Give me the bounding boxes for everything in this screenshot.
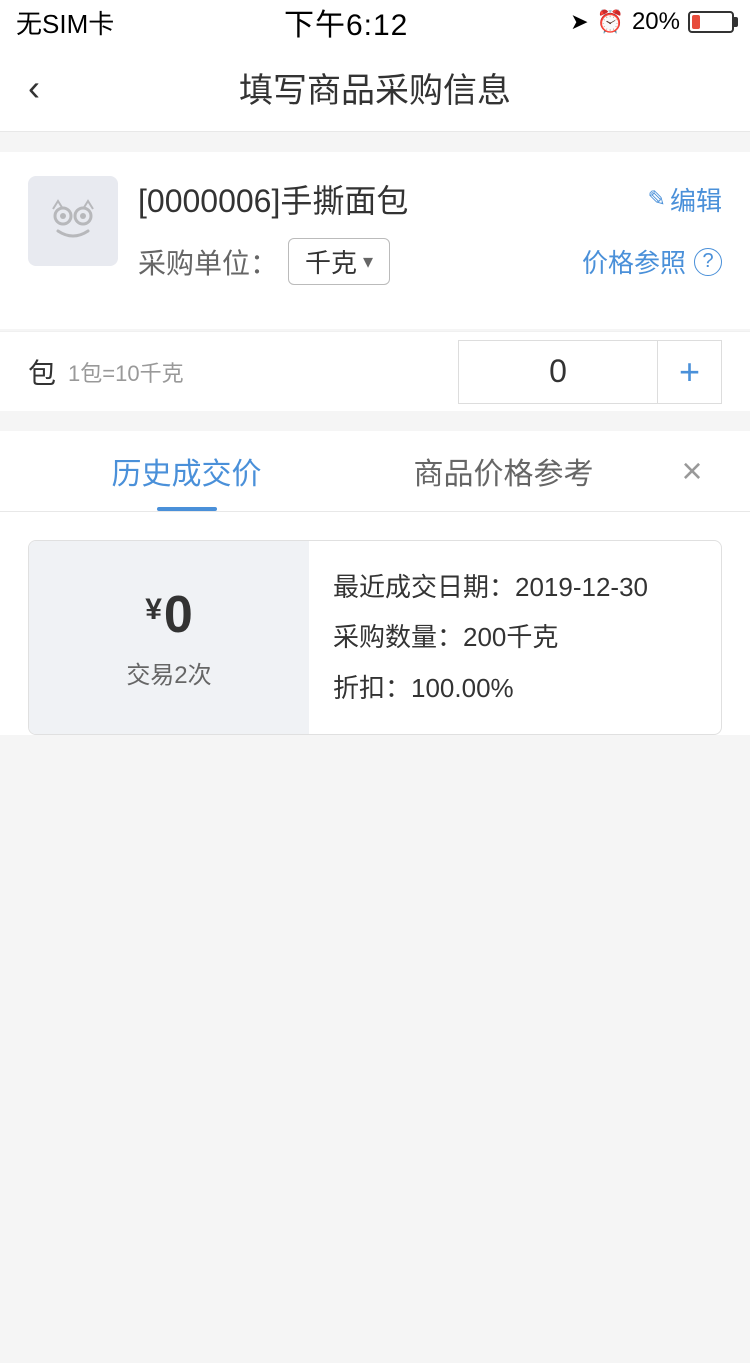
trade-card-left: ¥ 0 交易2次 <box>29 541 309 734</box>
tabs-header: 历史成交价 商品价格参考 × <box>0 431 750 512</box>
purchase-unit-row: 采购单位： 千克 ▾ 价格参照 ? <box>138 238 722 285</box>
trade-count-label: 交易2次 <box>126 655 211 690</box>
status-left: 无SIM卡 <box>16 4 122 41</box>
purchase-qty-label: 采购数量： <box>333 622 463 652</box>
discount-label: 折扣： <box>333 673 411 703</box>
trade-card: ¥ 0 交易2次 最近成交日期：2019-12-30 采购数量：200千克 折扣… <box>28 540 722 735</box>
currency-symbol: ¥ <box>145 593 162 627</box>
quantity-plus-button[interactable]: + <box>658 340 722 404</box>
alarm-icon: ⏰ <box>597 9 624 35</box>
trade-price: ¥ 0 <box>145 585 193 645</box>
quantity-unit-label: 包 1包=10千克 <box>28 352 184 392</box>
back-button[interactable]: ‹ <box>28 67 40 109</box>
product-top-row: [0000006]手撕面包 ✎ 编辑 采购单位： 千克 ▾ 价格参照 ? <box>28 176 722 285</box>
carrier-text: 无SIM卡 <box>16 4 114 41</box>
tabs-close-button[interactable]: × <box>662 431 722 511</box>
question-icon: ? <box>694 248 722 276</box>
empty-area <box>0 763 750 1363</box>
status-right: ➤ ⏰ 20% <box>570 8 734 36</box>
tab-history-price[interactable]: 历史成交价 <box>28 431 345 511</box>
tab-history-price-label: 历史成交价 <box>112 449 262 493</box>
unit-convert-label: 1包=10千克 <box>68 356 184 388</box>
purchase-qty-value: 200千克 <box>463 622 558 652</box>
edit-label: 编辑 <box>670 181 722 218</box>
trade-card-right: 最近成交日期：2019-12-30 采购数量：200千克 折扣：100.00% <box>309 541 721 734</box>
product-full-name: [0000006]手撕面包 <box>138 176 408 222</box>
recent-date-row: 最近成交日期：2019-12-30 <box>333 569 697 605</box>
quantity-control: + <box>458 340 722 404</box>
price-reference-button[interactable]: 价格参照 ? <box>582 243 722 280</box>
location-icon: ➤ <box>570 9 588 35</box>
purchase-qty-row: 采购数量：200千克 <box>333 619 697 655</box>
product-name-row: [0000006]手撕面包 ✎ 编辑 <box>138 176 722 222</box>
chevron-down-icon: ▾ <box>363 249 373 274</box>
product-info: [0000006]手撕面包 ✎ 编辑 采购单位： 千克 ▾ 价格参照 ? <box>138 176 722 285</box>
page-title: 填写商品采购信息 <box>239 63 511 112</box>
price-value: 0 <box>164 585 193 645</box>
unit-char: 包 <box>28 352 56 392</box>
page-header: ‹ 填写商品采购信息 <box>0 44 750 132</box>
battery-icon <box>688 11 734 33</box>
unit-label-text: 采购单位： <box>138 242 278 282</box>
edit-button[interactable]: ✎ 编辑 <box>648 181 722 218</box>
edit-icon: ✎ <box>648 186 666 212</box>
unit-select-dropdown[interactable]: 千克 ▾ <box>288 238 390 285</box>
purchase-unit-label: 采购单位： 千克 ▾ <box>138 238 390 285</box>
unit-value: 千克 <box>305 243 357 280</box>
recent-date-label: 最近成交日期： <box>333 572 515 602</box>
recent-date-value: 2019-12-30 <box>515 572 648 602</box>
quantity-input[interactable] <box>458 340 658 404</box>
discount-row: 折扣：100.00% <box>333 670 697 706</box>
product-card: [0000006]手撕面包 ✎ 编辑 采购单位： 千克 ▾ 价格参照 ? <box>0 152 750 329</box>
product-icon <box>28 176 118 266</box>
battery-percent: 20% <box>632 8 680 36</box>
quantity-row: 包 1包=10千克 + <box>0 331 750 411</box>
tab-product-price-ref-label: 商品价格参考 <box>414 449 594 493</box>
price-ref-label: 价格参照 <box>582 243 686 280</box>
tab-product-price-ref[interactable]: 商品价格参考 <box>345 431 662 511</box>
status-bar: 无SIM卡 下午6:12 ➤ ⏰ 20% <box>0 0 750 44</box>
status-time: 下午6:12 <box>284 0 408 44</box>
discount-value: 100.00% <box>411 673 514 703</box>
tabs-panel: 历史成交价 商品价格参考 × ¥ 0 交易2次 最近成交日期：2019-12-3… <box>0 431 750 735</box>
